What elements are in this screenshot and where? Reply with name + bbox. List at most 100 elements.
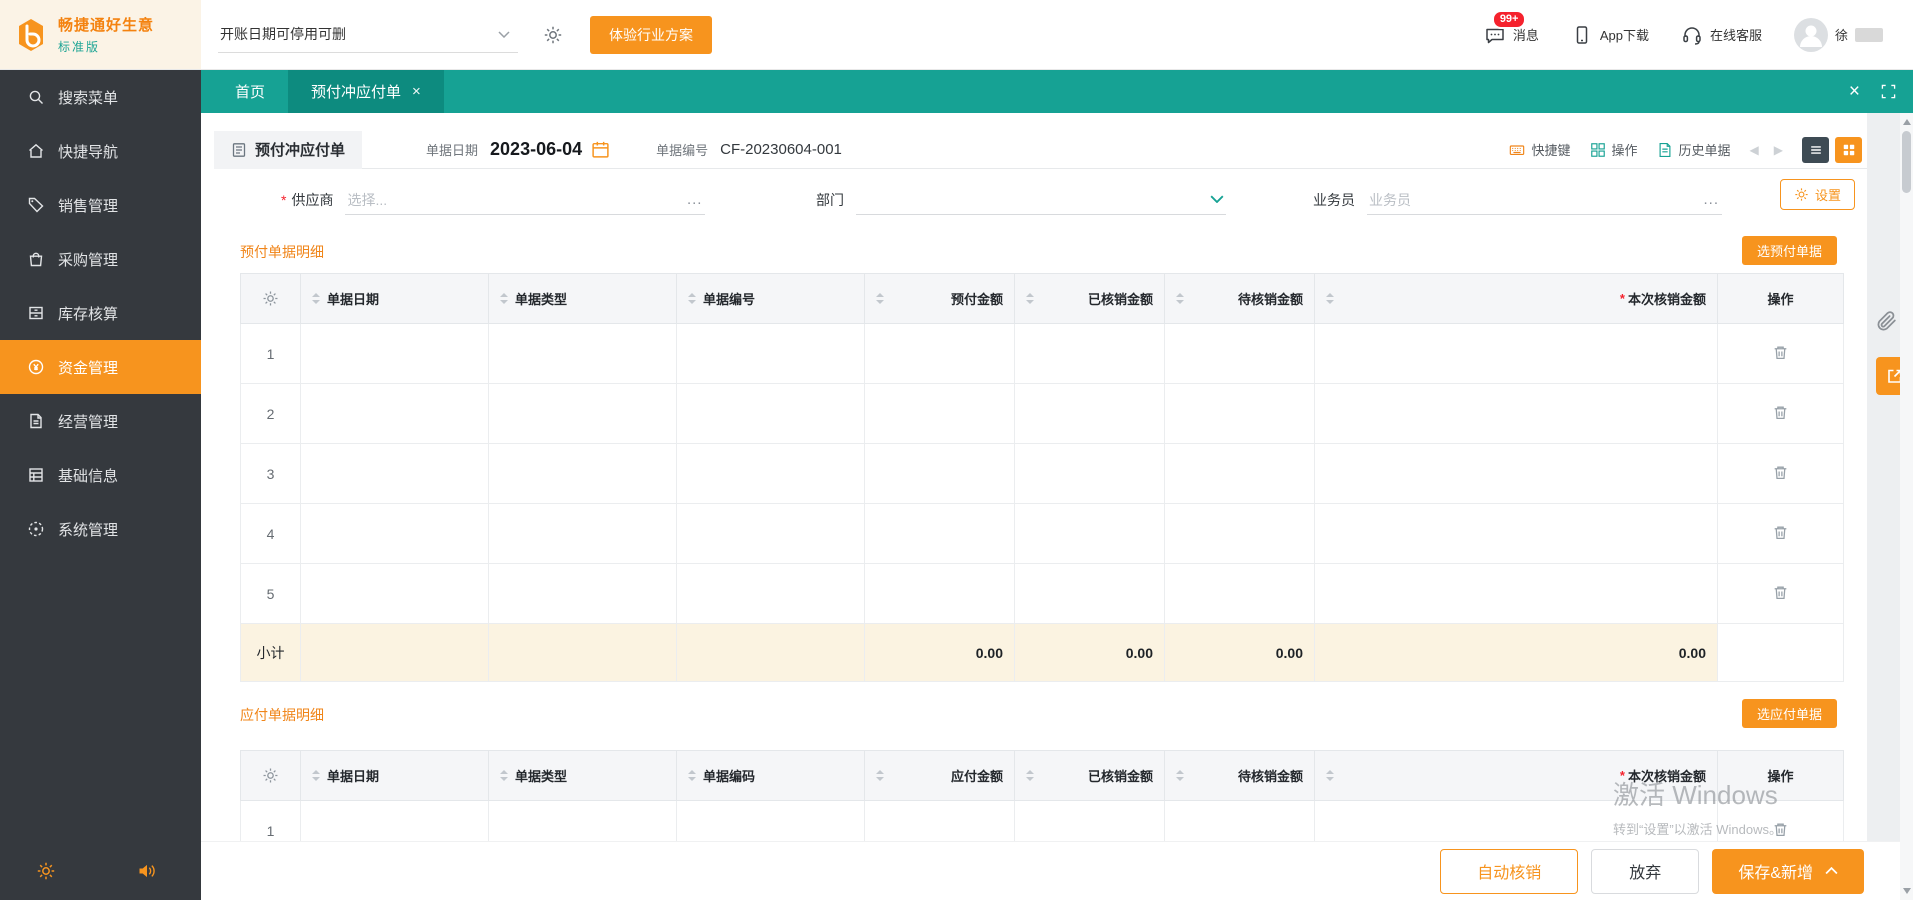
grid-cell[interactable] bbox=[676, 503, 865, 564]
delete-row-icon[interactable] bbox=[1772, 584, 1789, 601]
chevron-down-icon[interactable] bbox=[1210, 195, 1224, 204]
grid-view-toggle[interactable] bbox=[1835, 136, 1862, 163]
discard-button[interactable]: 放弃 bbox=[1591, 848, 1700, 894]
volume-icon[interactable] bbox=[137, 861, 157, 881]
delete-row-icon[interactable] bbox=[1772, 524, 1789, 541]
grid-cell[interactable] bbox=[864, 563, 1015, 624]
grid-cell[interactable] bbox=[300, 323, 489, 384]
tab-home[interactable]: 首页 bbox=[212, 70, 288, 113]
grid-cell[interactable] bbox=[1014, 503, 1165, 564]
grid-cell[interactable] bbox=[300, 383, 489, 444]
delete-row-icon[interactable] bbox=[1772, 821, 1789, 838]
close-icon[interactable]: × bbox=[412, 84, 421, 99]
grid-cell[interactable] bbox=[1314, 503, 1718, 564]
sidebar-item-search[interactable]: 搜索菜单 bbox=[0, 70, 201, 124]
grid-cell[interactable] bbox=[676, 443, 865, 504]
grid-cell[interactable] bbox=[488, 323, 677, 384]
grid-cell[interactable] bbox=[1014, 443, 1165, 504]
grid-cell[interactable] bbox=[488, 563, 677, 624]
column-settings-icon[interactable] bbox=[262, 767, 279, 784]
scroll-down-icon[interactable] bbox=[1903, 888, 1911, 894]
sidebar-item-system[interactable]: 系统管理 bbox=[0, 502, 201, 556]
grid-cell[interactable] bbox=[300, 800, 489, 842]
tab-prepay-writeoff[interactable]: 预付冲应付单 × bbox=[288, 70, 444, 113]
sidebar-item-funds[interactable]: 资金管理 bbox=[0, 340, 201, 394]
sort-icon[interactable] bbox=[1326, 770, 1334, 781]
sort-icon[interactable] bbox=[312, 770, 320, 781]
select-payable-docs-button[interactable]: 选应付单据 bbox=[1741, 699, 1837, 728]
scroll-up-icon[interactable] bbox=[1903, 119, 1911, 125]
prev-doc-icon[interactable]: ◀ bbox=[1750, 143, 1759, 157]
sort-icon[interactable] bbox=[500, 770, 508, 781]
settings-gear-icon[interactable] bbox=[543, 25, 563, 45]
attachment-icon[interactable] bbox=[1874, 309, 1899, 334]
grid-cell[interactable] bbox=[676, 800, 865, 842]
supplier-more-button[interactable]: ... bbox=[684, 192, 706, 207]
grid-cell[interactable] bbox=[676, 563, 865, 624]
grid-cell[interactable] bbox=[1164, 443, 1315, 504]
sidebar-item-basic-info[interactable]: 基础信息 bbox=[0, 448, 201, 502]
online-service-button[interactable]: 在线客服 bbox=[1681, 24, 1762, 46]
grid-cell[interactable] bbox=[864, 800, 1015, 842]
sort-icon[interactable] bbox=[1026, 293, 1034, 304]
sort-icon[interactable] bbox=[876, 770, 884, 781]
delete-row-icon[interactable] bbox=[1772, 344, 1789, 361]
doc-title-tab[interactable]: 预付冲应付单 bbox=[214, 130, 363, 169]
next-doc-icon[interactable]: ▶ bbox=[1774, 143, 1783, 157]
delete-row-icon[interactable] bbox=[1772, 464, 1789, 481]
grid-cell[interactable] bbox=[676, 323, 865, 384]
grid-cell[interactable] bbox=[1164, 383, 1315, 444]
grid-cell[interactable] bbox=[1314, 563, 1718, 624]
grid-cell[interactable] bbox=[676, 383, 865, 444]
column-settings-icon[interactable] bbox=[262, 290, 279, 307]
grid-cell[interactable] bbox=[864, 323, 1015, 384]
sort-icon[interactable] bbox=[312, 293, 320, 304]
sort-icon[interactable] bbox=[876, 293, 884, 304]
grid-cell[interactable] bbox=[1014, 563, 1165, 624]
grid-cell[interactable] bbox=[1014, 383, 1165, 444]
grid-cell[interactable] bbox=[1314, 800, 1718, 842]
sort-icon[interactable] bbox=[1176, 770, 1184, 781]
scrollbar-thumb[interactable] bbox=[1902, 131, 1911, 193]
save-and-new-button[interactable]: 保存&新增 bbox=[1712, 848, 1864, 894]
sort-icon[interactable] bbox=[688, 770, 696, 781]
grid-cell[interactable] bbox=[488, 443, 677, 504]
grid-cell[interactable] bbox=[864, 503, 1015, 564]
grid-cell[interactable] bbox=[864, 443, 1015, 504]
list-view-toggle[interactable] bbox=[1802, 136, 1829, 163]
salesman-more-button[interactable]: ... bbox=[1700, 192, 1722, 207]
select-prepay-docs-button[interactable]: 选预付单据 bbox=[1741, 236, 1837, 265]
gear-icon[interactable] bbox=[36, 861, 56, 881]
department-input[interactable] bbox=[856, 191, 1210, 208]
close-all-icon[interactable]: × bbox=[1849, 82, 1860, 101]
grid-cell[interactable] bbox=[488, 383, 677, 444]
sort-icon[interactable] bbox=[1176, 293, 1184, 304]
sort-icon[interactable] bbox=[1326, 293, 1334, 304]
vertical-scrollbar[interactable] bbox=[1900, 113, 1913, 900]
grid-cell[interactable] bbox=[1164, 563, 1315, 624]
grid-cell[interactable] bbox=[864, 383, 1015, 444]
grid-cell[interactable] bbox=[1164, 503, 1315, 564]
sidebar-item-purchase[interactable]: 采购管理 bbox=[0, 232, 201, 286]
grid-cell[interactable] bbox=[488, 800, 677, 842]
grid-cell[interactable] bbox=[488, 503, 677, 564]
app-download-button[interactable]: App下载 bbox=[1571, 24, 1649, 46]
shortcut-keys-button[interactable]: 快捷键 bbox=[1509, 140, 1571, 159]
grid-cell[interactable] bbox=[300, 503, 489, 564]
messages-button[interactable]: 99+ 消息 bbox=[1484, 9, 1539, 46]
grid-cell[interactable] bbox=[1314, 443, 1718, 504]
sidebar-item-quick-nav[interactable]: 快捷导航 bbox=[0, 124, 201, 178]
grid-cell[interactable] bbox=[1314, 323, 1718, 384]
grid-cell[interactable] bbox=[1164, 800, 1315, 842]
sidebar-item-inventory[interactable]: 库存核算 bbox=[0, 286, 201, 340]
operation-menu-button[interactable]: 操作 bbox=[1590, 140, 1638, 159]
grid-cell[interactable] bbox=[1164, 323, 1315, 384]
grid-cell[interactable] bbox=[300, 443, 489, 504]
grid-cell[interactable] bbox=[1314, 383, 1718, 444]
fullscreen-icon[interactable] bbox=[1881, 84, 1896, 99]
grid-cell[interactable] bbox=[1014, 323, 1165, 384]
trial-plan-button[interactable]: 体验行业方案 bbox=[590, 15, 712, 54]
user-menu[interactable]: 徐 bbox=[1793, 17, 1883, 52]
history-docs-button[interactable]: 历史单据 bbox=[1657, 140, 1731, 159]
salesman-input[interactable] bbox=[1367, 191, 1701, 208]
